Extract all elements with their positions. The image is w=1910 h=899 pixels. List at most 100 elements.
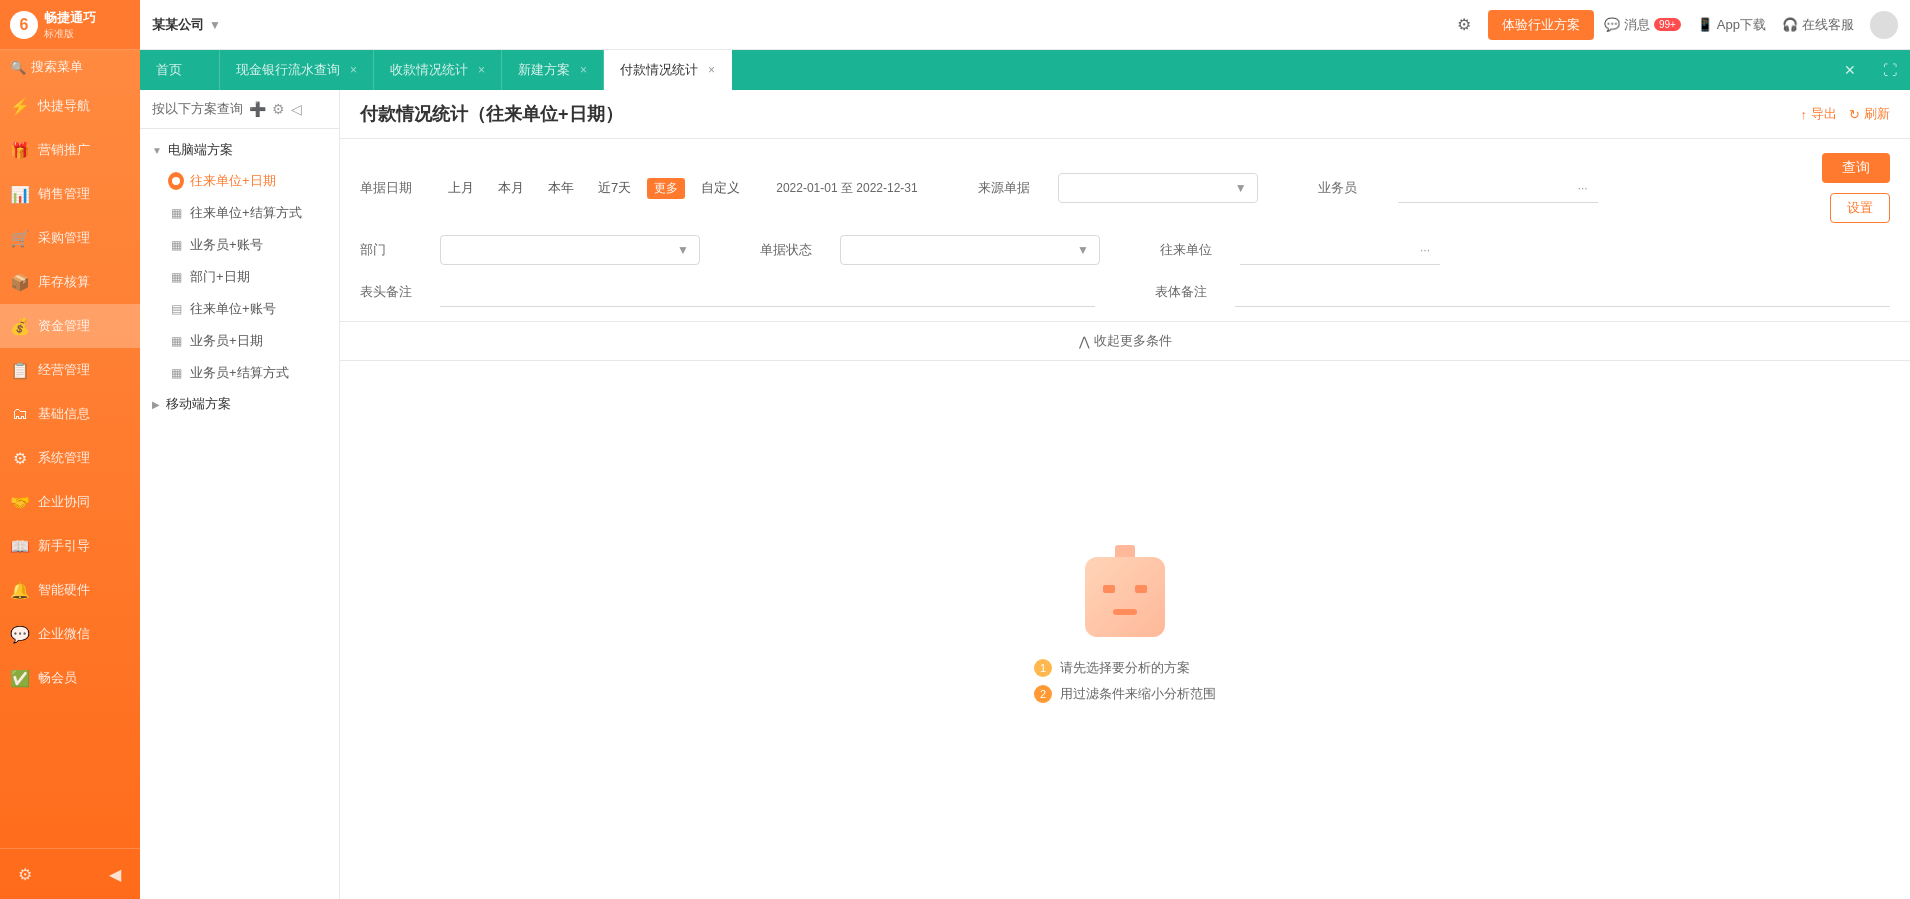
tab-close-btn[interactable]: ✕ [1830,50,1870,90]
tree-item-salesman-settle[interactable]: ▦ 业务员+结算方式 [140,357,339,389]
tree-item-label: 往来单位+结算方式 [190,204,302,222]
tree-item-partner-settle[interactable]: ▦ 往来单位+结算方式 [140,197,339,229]
settings-footer-btn[interactable]: ⚙ [10,859,40,889]
sidebar-item-hardware[interactable]: 🔔 智能硬件 [0,568,140,612]
date-option-this-year[interactable]: 本年 [540,176,582,200]
wechat-icon: 💬 [10,624,30,644]
sidebar-label: 销售管理 [38,185,90,203]
trial-btn[interactable]: 体验行业方案 [1488,10,1594,40]
add-scheme-icon[interactable]: ➕ [249,101,266,117]
topbar-actions: 💬 消息 99+ 📱 App下载 🎧 在线客服 [1604,11,1898,39]
app-download-icon: 📱 [1697,17,1713,32]
collapse-bar[interactable]: ⋀ 收起更多条件 [340,322,1910,361]
export-btn[interactable]: ↑ 导出 [1801,105,1838,123]
mobile-group-header[interactable]: ▶ 移动端方案 [140,389,339,419]
sidebar-item-operation[interactable]: 📋 经营管理 [0,348,140,392]
sales-icon: 📊 [10,184,30,204]
search-icon: 🔍 [10,60,26,75]
sidebar-item-capital[interactable]: 💰 资金管理 [0,304,140,348]
active-dot-icon [168,173,184,189]
date-option-7days[interactable]: 近7天 [590,176,639,200]
body-note-input[interactable] [1235,277,1890,307]
tabbar: 首页 现金银行流水查询 × 收款情况统计 × 新建方案 × 付款情况统计 × ✕… [140,50,1910,90]
sidebar-label: 企业协同 [38,493,90,511]
tab-receipts-close[interactable]: × [478,63,485,77]
topbar-gear-btn[interactable]: ⚙ [1450,11,1478,39]
sidebar-item-wechat[interactable]: 💬 企业微信 [0,612,140,656]
query-btn[interactable]: 查询 [1822,153,1890,183]
sidebar-label: 企业微信 [38,625,90,643]
tree-item-label: 往来单位+账号 [190,300,276,318]
computer-group-header[interactable]: ▼ 电脑端方案 [140,135,339,165]
tree-item-partner-date[interactable]: 往来单位+日期 [140,165,339,197]
collapse-sidebar-btn[interactable]: ◀ [100,859,130,889]
enterprise-icon: 🤝 [10,492,30,512]
tab-cashflow-close[interactable]: × [350,63,357,77]
tab-home[interactable]: 首页 [140,50,220,90]
tab-expand-btn[interactable]: ⛶ [1870,50,1910,90]
partner-select[interactable]: ··· [1240,235,1440,265]
date-option-this-month[interactable]: 本月 [490,176,532,200]
sidebar-item-member[interactable]: ✅ 畅会员 [0,656,140,700]
refresh-icon: ↻ [1849,107,1860,122]
sidebar-item-sales[interactable]: 📊 销售管理 [0,172,140,216]
receipt-status-select[interactable]: ▼ [840,235,1100,265]
operation-icon: 📋 [10,360,30,380]
date-option-custom[interactable]: 自定义 [693,176,748,200]
tab-window-controls: ✕ ⛶ [1830,50,1910,90]
tab-cashflow[interactable]: 现金银行流水查询 × [220,50,374,90]
salesman-select[interactable]: ··· [1398,173,1598,203]
collapse-panel-icon[interactable]: ◁ [291,101,302,117]
tab-payment-close[interactable]: × [708,63,715,77]
tab-receipts[interactable]: 收款情况统计 × [374,50,502,90]
tree-item-dept-date[interactable]: ▦ 部门+日期 [140,261,339,293]
dept-select[interactable]: ▼ [440,235,700,265]
page-title: 付款情况统计（往来单位+日期） [360,102,1801,126]
date-label: 单据日期 [360,179,420,197]
sidebar-item-system[interactable]: ⚙ 系统管理 [0,436,140,480]
tree-item-salesman-account[interactable]: ▦ 业务员+账号 [140,229,339,261]
message-btn[interactable]: 💬 消息 99+ [1604,16,1681,34]
page-header: 付款情况统计（往来单位+日期） ↑ 导出 ↻ 刷新 [340,90,1910,139]
source-select[interactable]: ▼ [1058,173,1258,203]
computer-group-arrow: ▼ [152,145,162,156]
partner-dots: ··· [1420,243,1430,257]
sidebar-item-enterprise[interactable]: 🤝 企业协同 [0,480,140,524]
user-avatar[interactable] [1870,11,1898,39]
sidebar-label: 智能硬件 [38,581,90,599]
date-option-last-month[interactable]: 上月 [440,176,482,200]
tree-item-salesman-date[interactable]: ▦ 业务员+日期 [140,325,339,357]
tab-payment[interactable]: 付款情况统计 × [604,50,732,90]
tip-num-2: 2 [1034,685,1052,703]
sidebar-label: 基础信息 [38,405,90,423]
panel-header: 按以下方案查询 ➕ ⚙ ◁ [140,90,339,129]
tree-item-partner-account[interactable]: ▤ 往来单位+账号 [140,293,339,325]
company-chevron[interactable]: ▼ [209,18,221,32]
grid-icon: ▦ [168,205,184,221]
sidebar-search[interactable]: 🔍 搜索菜单 [0,50,140,84]
refresh-btn[interactable]: ↻ 刷新 [1849,105,1890,123]
tree-item-label: 业务员+账号 [190,236,263,254]
sidebar-item-inventory[interactable]: 📦 库存核算 [0,260,140,304]
header-note-input[interactable] [440,277,1095,307]
tab-new-plan-close[interactable]: × [580,63,587,77]
sidebar-item-basic[interactable]: 🗂 基础信息 [0,392,140,436]
date-option-more[interactable]: 更多 [647,178,685,199]
sidebar-item-quick-nav[interactable]: ⚡ 快捷导航 [0,84,140,128]
app-download-btn[interactable]: 📱 App下载 [1697,16,1766,34]
marketing-icon: 🎁 [10,140,30,160]
online-service-btn[interactable]: 🎧 在线客服 [1782,16,1854,34]
computer-group: ▼ 电脑端方案 往来单位+日期 ▦ 往来单位+结算方式 [140,135,339,389]
query-btns: 查询 设置 [1822,153,1890,223]
settings-scheme-icon[interactable]: ⚙ [272,101,285,117]
sidebar-item-marketing[interactable]: 🎁 营销推广 [0,128,140,172]
tree-item-label: 部门+日期 [190,268,250,286]
sidebar-item-guide[interactable]: 📖 新手引导 [0,524,140,568]
computer-group-label: 电脑端方案 [168,141,233,159]
filter-area: 单据日期 上月 本月 本年 近7天 更多 自定义 2022-01-01 至 20… [340,139,1910,322]
settings-btn[interactable]: 设置 [1830,193,1890,223]
sidebar-nav: ⚡ 快捷导航 🎁 营销推广 📊 销售管理 🛒 采购管理 📦 库存核算 💰 资金管… [0,84,140,848]
sidebar-item-purchase[interactable]: 🛒 采购管理 [0,216,140,260]
tab-new-plan[interactable]: 新建方案 × [502,50,604,90]
header-note-label: 表头备注 [360,283,420,301]
